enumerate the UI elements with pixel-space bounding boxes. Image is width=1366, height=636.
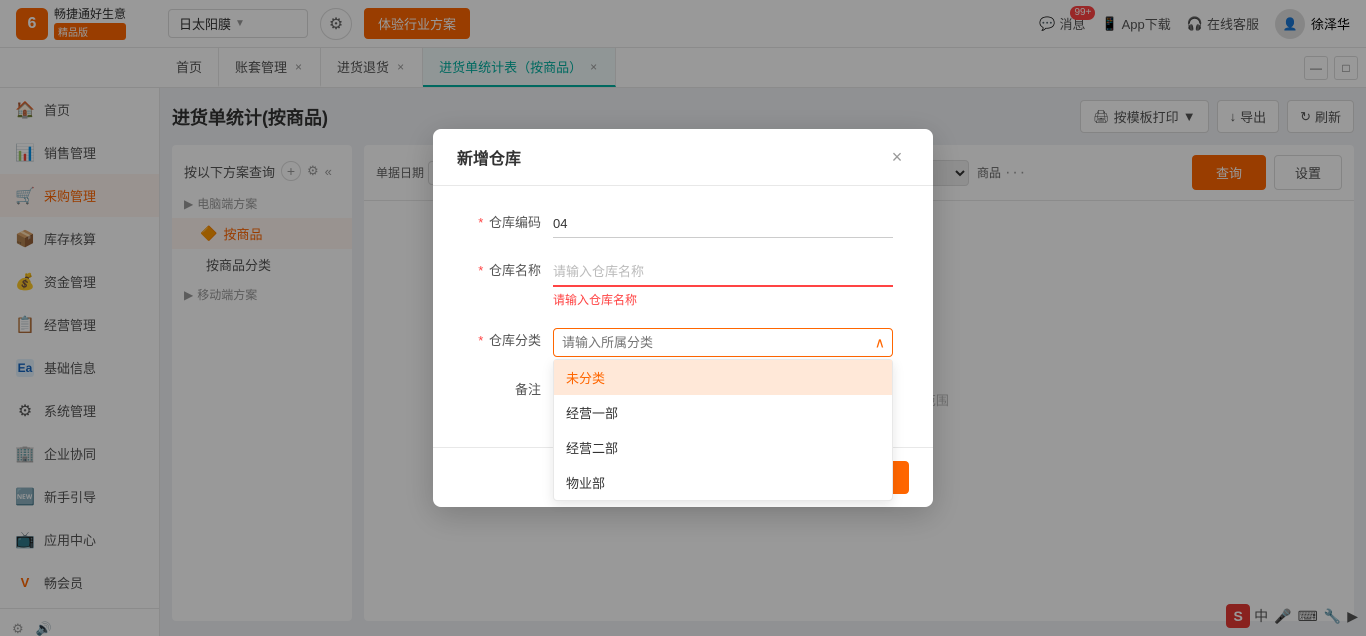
name-error-text: 请输入仓库名称 — [553, 291, 893, 308]
dropdown-option-property[interactable]: 物业部 — [554, 465, 892, 500]
category-input-wrap: ∧ 未分类 经营一部 经营二部 物业部 — [553, 328, 893, 357]
dropdown-option-dept1[interactable]: 经营一部 — [554, 395, 892, 430]
category-select-wrap: ∧ — [553, 328, 893, 357]
warehouse-code-input[interactable] — [553, 210, 893, 238]
dropdown-option-dept2[interactable]: 经营二部 — [554, 430, 892, 465]
dropdown-option-none[interactable]: 未分类 — [554, 360, 892, 395]
code-input-wrap — [553, 210, 893, 238]
category-select-input[interactable] — [553, 328, 893, 357]
dialog-header: 新增仓库 × — [433, 129, 933, 186]
name-input-wrap: 请输入仓库名称 — [553, 258, 893, 308]
code-label: * 仓库编码 — [473, 210, 553, 229]
remark-label: 备注 — [473, 377, 553, 396]
name-label: * 仓库名称 — [473, 258, 553, 277]
dialog-title: 新增仓库 — [457, 145, 521, 169]
add-warehouse-dialog: 新增仓库 × * 仓库编码 * 仓库名称 — [433, 129, 933, 507]
warehouse-name-input[interactable] — [553, 258, 893, 287]
dialog-body: * 仓库编码 * 仓库名称 请输入仓库名称 — [433, 186, 933, 447]
name-field-row: * 仓库名称 请输入仓库名称 — [473, 258, 893, 308]
category-label: * 仓库分类 — [473, 328, 553, 347]
dialog-close-button[interactable]: × — [885, 145, 909, 169]
category-field-row: * 仓库分类 ∧ 未分类 经营一部 经营二部 物业部 — [473, 328, 893, 357]
modal-overlay: 新增仓库 × * 仓库编码 * 仓库名称 — [0, 0, 1366, 636]
code-field-row: * 仓库编码 — [473, 210, 893, 238]
category-dropdown-list: 未分类 经营一部 经营二部 物业部 — [553, 359, 893, 501]
